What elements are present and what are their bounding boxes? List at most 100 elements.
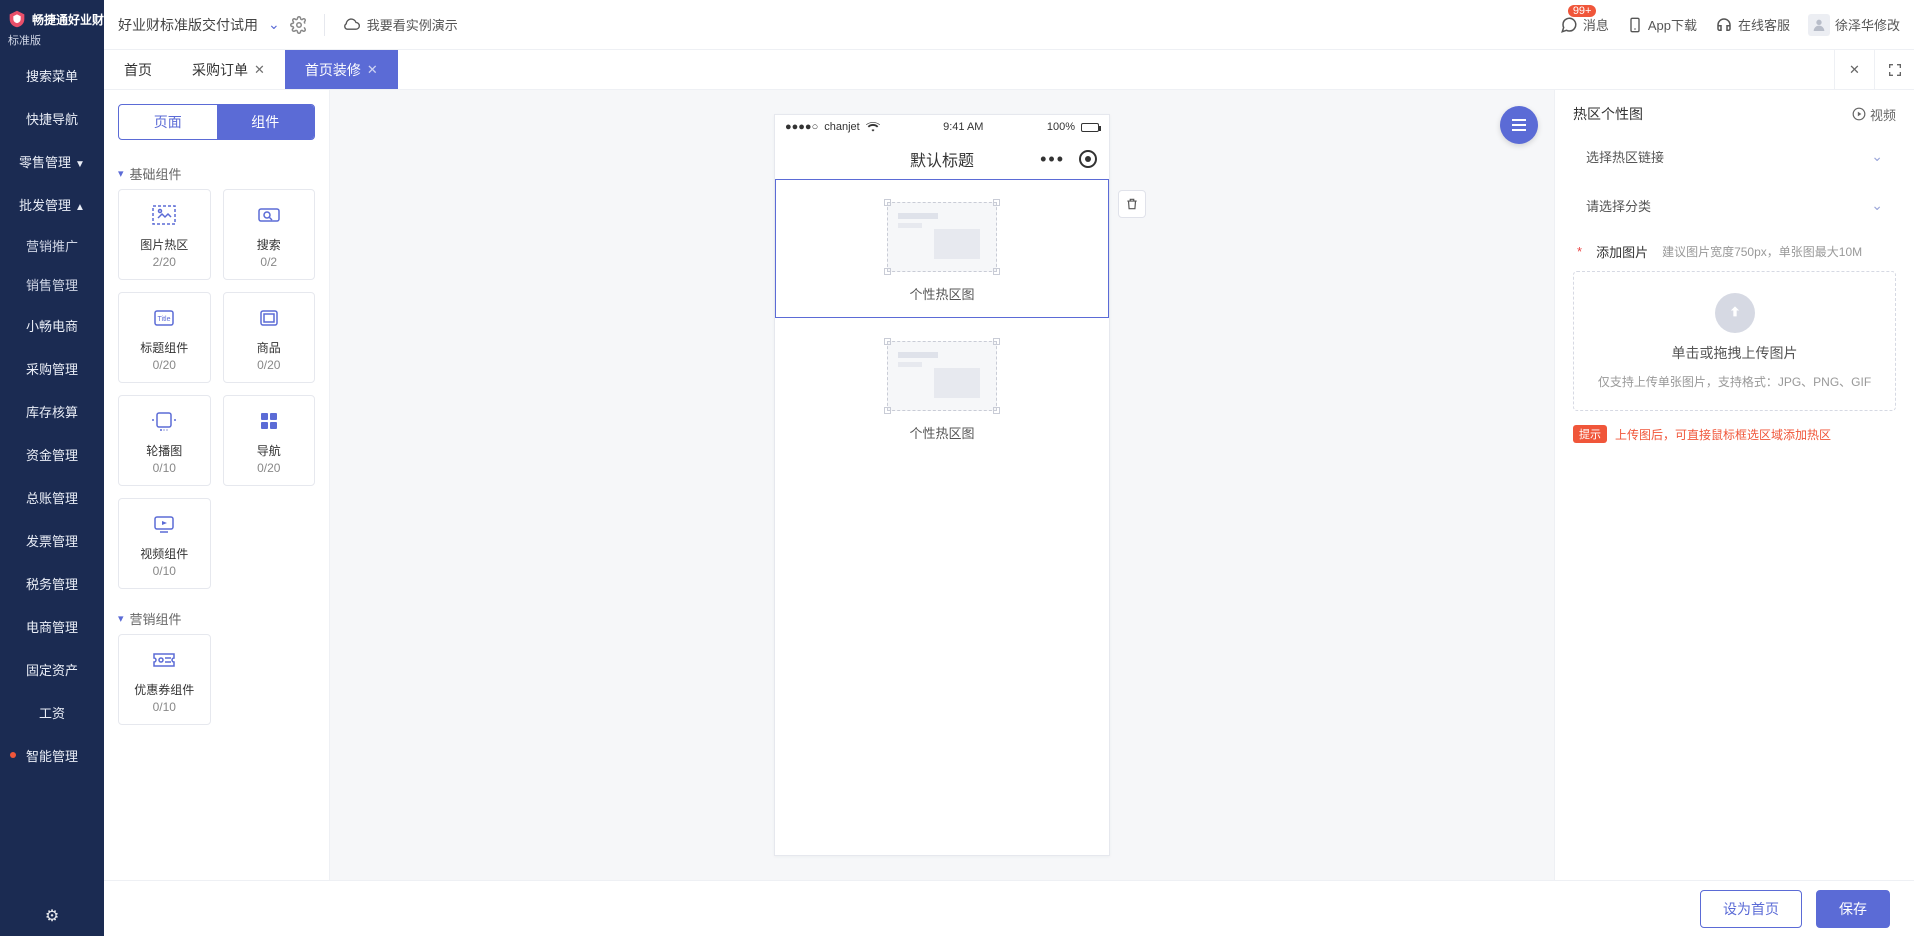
nav-asset[interactable]: 固定资产 — [0, 648, 104, 691]
component-image-hotspot[interactable]: 图片热区 2/20 — [118, 189, 211, 280]
component-carousel[interactable]: 轮播图 0/10 — [118, 395, 211, 486]
battery-percent: 100% — [1047, 121, 1075, 133]
target-icon[interactable] — [1079, 150, 1097, 168]
float-menu-button[interactable] — [1500, 106, 1538, 144]
chevron-down-icon: ⌄ — [268, 16, 280, 33]
component-nav[interactable]: 导航 0/20 — [223, 395, 316, 486]
select-link-dropdown[interactable]: 选择热区链接 ⌄ — [1573, 136, 1896, 177]
section-marketing-header[interactable]: ▾营销组件 — [118, 603, 315, 634]
tip-text: 上传图后，可直接鼠标框选区域添加热区 — [1615, 426, 1831, 443]
more-icon[interactable]: ••• — [1040, 149, 1065, 170]
nav-wholesale-promo[interactable]: 营销推广 — [0, 226, 104, 265]
settings-icon[interactable] — [290, 16, 308, 34]
logo-icon — [6, 8, 28, 30]
panel-tabs: 页面 组件 — [118, 104, 315, 140]
fullscreen-button[interactable] — [1874, 50, 1914, 89]
nav-smart[interactable]: 智能管理 — [0, 734, 104, 777]
nav-tax[interactable]: 税务管理 — [0, 562, 104, 605]
headset-icon — [1715, 16, 1733, 34]
nav-quick[interactable]: 快捷导航 — [0, 97, 104, 140]
notification-dot-icon — [10, 752, 16, 758]
left-sidebar: 畅捷通好业财 标准版 搜索菜单 快捷导航 零售管理▼ 批发管理▲ 营销推广 销售… — [0, 0, 104, 936]
gear-icon: ⚙ — [45, 908, 59, 925]
upload-dropzone[interactable]: 单击或拖拽上传图片 仅支持上传单张图片，支持格式：JPG、PNG、GIF — [1573, 271, 1896, 411]
carousel-comp-icon — [125, 406, 204, 436]
property-panel: 热区个性图 视频 选择热区链接 ⌄ 请选择分类 ⌄ * 添加图片 — [1554, 90, 1914, 936]
chevron-down-icon: ▼ — [75, 159, 85, 170]
chevron-up-icon: ▲ — [75, 202, 85, 213]
nav-ecom[interactable]: 电商管理 — [0, 605, 104, 648]
signal-icon: ●●●●○ — [785, 121, 818, 133]
canvas-slot-1[interactable]: 个性热区图 — [775, 179, 1109, 318]
component-coupon[interactable]: 优惠券组件 0/10 — [118, 634, 211, 725]
close-all-button[interactable]: ✕ — [1834, 50, 1874, 89]
customer-service-button[interactable]: 在线客服 — [1715, 15, 1790, 34]
delete-slot-button[interactable] — [1118, 190, 1146, 218]
demo-link[interactable]: 我要看实例演示 — [341, 15, 458, 34]
component-product[interactable]: 商品 0/20 — [223, 292, 316, 383]
app-name: 好业财标准版交付试用 — [118, 15, 258, 35]
select-category-dropdown[interactable]: 请选择分类 ⌄ — [1573, 185, 1896, 226]
nav-purchase[interactable]: 采购管理 — [0, 347, 104, 390]
brand-name: 畅捷通好业财 — [32, 11, 104, 28]
add-image-label-row: * 添加图片 建议图片宽度750px，单张图最大10M — [1577, 242, 1892, 261]
component-search[interactable]: 搜索 0/2 — [223, 189, 316, 280]
svg-text:Title: Title — [158, 316, 171, 323]
nav-fund[interactable]: 资金管理 — [0, 433, 104, 476]
phone-title-bar: 默认标题 ••• — [775, 139, 1109, 179]
tab-home-decorate[interactable]: 首页装修✕ — [285, 50, 398, 89]
close-icon[interactable]: ✕ — [254, 62, 265, 78]
nav-comp-icon — [230, 406, 309, 436]
phone-icon — [1627, 16, 1643, 34]
coupon-comp-icon — [125, 645, 204, 675]
component-video[interactable]: 视频组件 0/10 — [118, 498, 211, 589]
app-download-button[interactable]: App下载 — [1627, 15, 1697, 34]
image-hotspot-icon — [125, 200, 204, 230]
carrier-name: chanjet — [824, 121, 859, 133]
nav-wholesale[interactable]: 批发管理▲ — [0, 183, 104, 226]
canvas-slot-2[interactable]: 个性热区图 — [775, 318, 1109, 457]
canvas[interactable]: ●●●●○ chanjet 9:41 AM 100% 默认标题 ••• — [330, 90, 1554, 936]
chevron-down-icon: ⌄ — [1871, 148, 1883, 165]
top-actions: 99+ 消息 App下载 在线客服 — [1560, 14, 1900, 36]
video-help-button[interactable]: 视频 — [1852, 105, 1896, 124]
cloud-icon — [341, 18, 361, 32]
panel-tab-page[interactable]: 页面 — [119, 105, 217, 139]
app-switcher[interactable]: 好业财标准版交付试用 ⌄ — [118, 15, 280, 35]
message-icon — [1560, 16, 1578, 34]
phone-time: 9:41 AM — [943, 121, 983, 133]
nav-search-menu[interactable]: 搜索菜单 — [0, 54, 104, 97]
sidebar-settings[interactable]: ⚙ — [0, 896, 104, 936]
phone-statusbar: ●●●●○ chanjet 9:41 AM 100% — [775, 115, 1109, 139]
nav-eshop[interactable]: 小畅电商 — [0, 304, 104, 347]
close-icon[interactable]: ✕ — [367, 62, 378, 78]
placeholder-image-icon — [887, 202, 997, 272]
section-basic-header[interactable]: ▾基础组件 — [118, 158, 315, 189]
tab-purchase-order[interactable]: 采购订单✕ — [172, 50, 285, 89]
nav-wholesale-sales[interactable]: 销售管理 — [0, 265, 104, 304]
save-button[interactable]: 保存 — [1816, 890, 1890, 928]
component-title[interactable]: Title 标题组件 0/20 — [118, 292, 211, 383]
panel-title: 热区个性图 — [1573, 104, 1643, 124]
brand-edition: 标准版 — [0, 32, 104, 54]
panel-tab-component[interactable]: 组件 — [217, 105, 315, 139]
tab-home[interactable]: 首页 — [104, 50, 172, 89]
nav-inventory[interactable]: 库存核算 — [0, 390, 104, 433]
nav-retail[interactable]: 零售管理▼ — [0, 140, 104, 183]
messages-button[interactable]: 99+ 消息 — [1560, 15, 1609, 34]
set-home-button[interactable]: 设为首页 — [1700, 890, 1802, 928]
nav-invoice[interactable]: 发票管理 — [0, 519, 104, 562]
placeholder-image-icon — [887, 341, 997, 411]
user-menu[interactable]: 徐泽华修改 — [1808, 14, 1900, 36]
title-comp-icon: Title — [125, 303, 204, 333]
battery-icon — [1081, 123, 1099, 132]
topbar: 好业财标准版交付试用 ⌄ 我要看实例演示 99+ 消 — [104, 0, 1914, 50]
tip-row: 提示 上传图后，可直接鼠标框选区域添加热区 — [1573, 425, 1896, 443]
chevron-down-icon: ⌄ — [1871, 197, 1883, 214]
footer-bar: 设为首页 保存 — [104, 880, 1914, 936]
nav-salary[interactable]: 工资 — [0, 691, 104, 734]
side-nav: 搜索菜单 快捷导航 零售管理▼ 批发管理▲ 营销推广 销售管理 小畅电商 采购管… — [0, 54, 104, 896]
messages-badge: 99+ — [1568, 5, 1597, 17]
nav-gl[interactable]: 总账管理 — [0, 476, 104, 519]
upload-icon — [1715, 293, 1755, 333]
